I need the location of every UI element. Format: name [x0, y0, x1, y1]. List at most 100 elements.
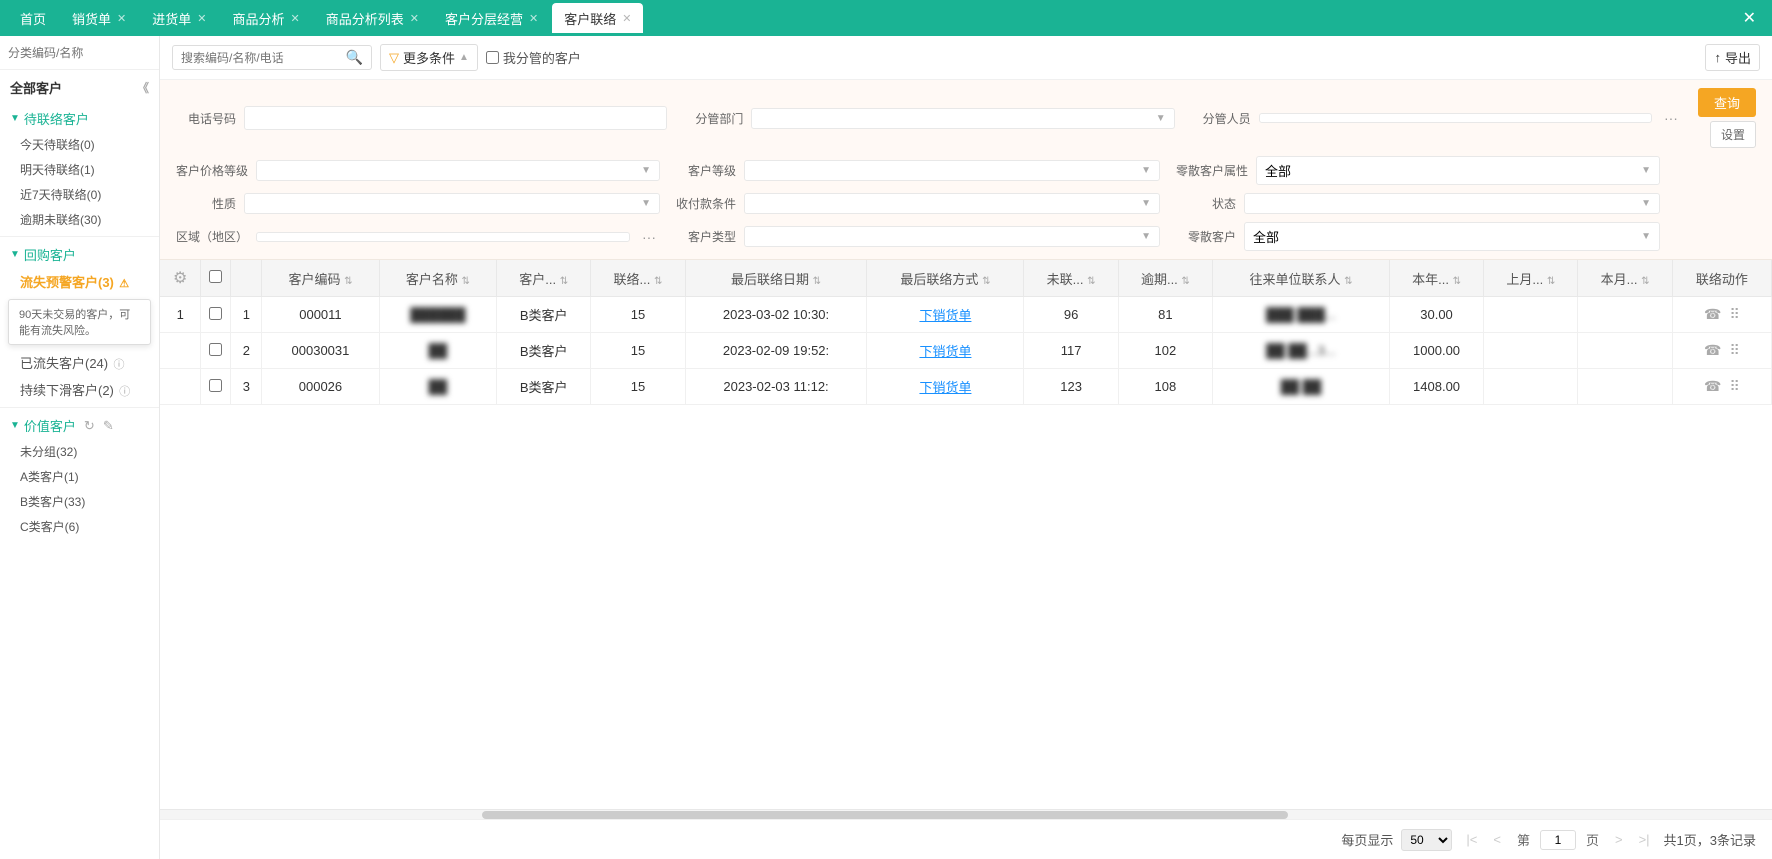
close-all-icon[interactable]: ✕: [1735, 8, 1764, 28]
sidebar-item-downgrade[interactable]: 持续下滑客户(2) ⓘ: [0, 376, 159, 403]
zero-customer-select[interactable]: 全部 ▼: [1244, 222, 1660, 251]
col-last-date[interactable]: 最后联络日期 ⇅: [685, 260, 867, 297]
region-select[interactable]: [256, 232, 630, 242]
customer-level-select[interactable]: ▼: [744, 160, 1160, 181]
col-overdue[interactable]: 逾期... ⇅: [1118, 260, 1212, 297]
sidebar-item-ungroup[interactable]: 未分组(32): [0, 439, 159, 464]
payment-select[interactable]: ▼: [744, 193, 1160, 214]
col-checkbox[interactable]: [201, 260, 231, 297]
close-icon[interactable]: ✕: [529, 12, 538, 25]
row-1-type: B类客户: [497, 297, 591, 333]
sidebar-item-overdue[interactable]: 逾期未联络(30): [0, 207, 159, 232]
col-this-year[interactable]: 本年... ⇅: [1389, 260, 1483, 297]
close-icon[interactable]: ✕: [410, 12, 419, 25]
sidebar-search-input[interactable]: [8, 46, 160, 60]
row-1-checkbox[interactable]: [201, 297, 231, 333]
sidebar-item-c-class[interactable]: C类客户(6): [0, 514, 159, 539]
status-select[interactable]: ▼: [1244, 193, 1660, 214]
warning-icon: ⚠: [119, 278, 129, 290]
more-action-icon[interactable]: ⠿: [1729, 378, 1739, 395]
horizontal-scrollbar[interactable]: [160, 809, 1772, 819]
all-customer-header[interactable]: 全部客户 《: [0, 70, 159, 105]
price-level-select[interactable]: ▼: [256, 160, 660, 181]
tab-customer-tier[interactable]: 客户分层经营 ✕: [433, 3, 550, 33]
row-2-last-way[interactable]: 下销货单: [867, 333, 1024, 369]
tab-sales[interactable]: 销货单 ✕: [60, 3, 138, 33]
dept-select[interactable]: ▼: [751, 108, 1174, 129]
tab-customer-link[interactable]: 客户联络 ✕: [552, 3, 643, 33]
select-all-checkbox[interactable]: [209, 270, 222, 283]
export-button[interactable]: ↑ 导出: [1705, 44, 1760, 71]
sidebar-item-week[interactable]: 近7天待联络(0): [0, 182, 159, 207]
page-size-select[interactable]: 50 100 200: [1401, 829, 1452, 851]
col-code[interactable]: 客户编码 ⇅: [262, 260, 379, 297]
gender-select[interactable]: ▼: [244, 193, 660, 214]
col-unit-contact[interactable]: 往来单位联系人 ⇅: [1213, 260, 1390, 297]
region-more-icon[interactable]: ···: [638, 229, 660, 245]
edit-icon[interactable]: ✎: [103, 418, 114, 434]
contact-icon[interactable]: ☎: [1704, 306, 1721, 323]
sidebar-item-churned[interactable]: 已流失客户(24) ⓘ: [0, 349, 159, 376]
col-last-way[interactable]: 最后联络方式 ⇅: [867, 260, 1024, 297]
tab-purchase[interactable]: 进货单 ✕: [140, 3, 218, 33]
zero-attr-select[interactable]: 全部 ▼: [1256, 156, 1660, 185]
close-icon[interactable]: ✕: [197, 12, 206, 25]
prev-page-icon[interactable]: <: [1487, 830, 1507, 849]
more-filter-button[interactable]: ▽ 更多条件 ▲: [380, 44, 478, 71]
next-page-icon[interactable]: >: [1609, 830, 1629, 849]
row-3-this-month: [1578, 369, 1672, 405]
page-input[interactable]: [1540, 830, 1576, 850]
row-1-contact: 15: [591, 297, 685, 333]
row-2-checkbox[interactable]: [201, 333, 231, 369]
contact-icon[interactable]: ☎: [1704, 378, 1721, 395]
tab-analysis-list[interactable]: 商品分析列表 ✕: [314, 3, 431, 33]
col-this-month[interactable]: 本月... ⇅: [1578, 260, 1672, 297]
settings-button[interactable]: 设置: [1710, 121, 1756, 148]
close-icon[interactable]: ✕: [622, 12, 631, 25]
filter-status: 状态 ▼: [1176, 193, 1660, 214]
row-3-action: ☎ ⠿: [1672, 369, 1771, 405]
tab-analysis[interactable]: 商品分析 ✕: [220, 3, 311, 33]
filter-dept: 分管部门 ▼: [683, 108, 1174, 129]
close-icon[interactable]: ✕: [291, 12, 300, 25]
my-customer-filter[interactable]: 我分管的客户: [486, 48, 581, 67]
sidebar-group-pending[interactable]: ▼ 待联络客户: [0, 105, 159, 132]
sidebar-item-b-class[interactable]: B类客户(33): [0, 489, 159, 514]
my-customer-checkbox[interactable]: [486, 51, 499, 64]
col-name[interactable]: 客户名称 ⇅: [379, 260, 496, 297]
scroll-thumb[interactable]: [482, 811, 1288, 819]
col-type[interactable]: 客户... ⇅: [497, 260, 591, 297]
contact-icon[interactable]: ☎: [1704, 342, 1721, 359]
row-3-last-way[interactable]: 下销货单: [867, 369, 1024, 405]
collapse-icon[interactable]: 《: [137, 79, 149, 96]
sidebar-item-churn-risk[interactable]: 流失预警客户(3) ⚠: [0, 268, 159, 295]
refresh-icon[interactable]: ↻: [84, 418, 95, 434]
sidebar-item-today[interactable]: 今天待联络(0): [0, 132, 159, 157]
search-input[interactable]: [181, 51, 342, 65]
sidebar-item-tomorrow[interactable]: 明天待联络(1): [0, 157, 159, 182]
toolbar-search-icon[interactable]: 🔍: [346, 49, 363, 66]
sidebar-group-value[interactable]: ▼ 价值客户 ↻ ✎: [0, 412, 159, 439]
row-1-last-way[interactable]: 下销货单: [867, 297, 1024, 333]
close-icon[interactable]: ✕: [117, 12, 126, 25]
query-button[interactable]: 查询: [1698, 88, 1756, 117]
col-gear[interactable]: ⚙: [160, 260, 201, 297]
person-select[interactable]: [1259, 113, 1652, 123]
sidebar-group-churn[interactable]: ▼ 回购客户: [0, 241, 159, 268]
first-page-icon[interactable]: |<: [1460, 830, 1483, 849]
more-icon[interactable]: ···: [1660, 110, 1682, 126]
col-contact[interactable]: 联络... ⇅: [591, 260, 685, 297]
last-page-icon[interactable]: >|: [1633, 830, 1656, 849]
sidebar-item-a-class[interactable]: A类客户(1): [0, 464, 159, 489]
row-3-checkbox[interactable]: [201, 369, 231, 405]
more-action-icon[interactable]: ⠿: [1729, 342, 1739, 359]
col-uncontacted[interactable]: 未联... ⇅: [1024, 260, 1118, 297]
phone-input[interactable]: [244, 106, 667, 130]
customer-type-select[interactable]: ▼: [744, 226, 1160, 247]
chevron-icon: ▼: [1141, 198, 1151, 209]
more-action-icon[interactable]: ⠿: [1729, 306, 1739, 323]
col-last-month[interactable]: 上月... ⇅: [1484, 260, 1578, 297]
chevron-down-icon: ▲: [459, 52, 469, 63]
tab-home[interactable]: 首页: [8, 3, 58, 33]
gear-icon[interactable]: ⚙: [173, 270, 187, 287]
